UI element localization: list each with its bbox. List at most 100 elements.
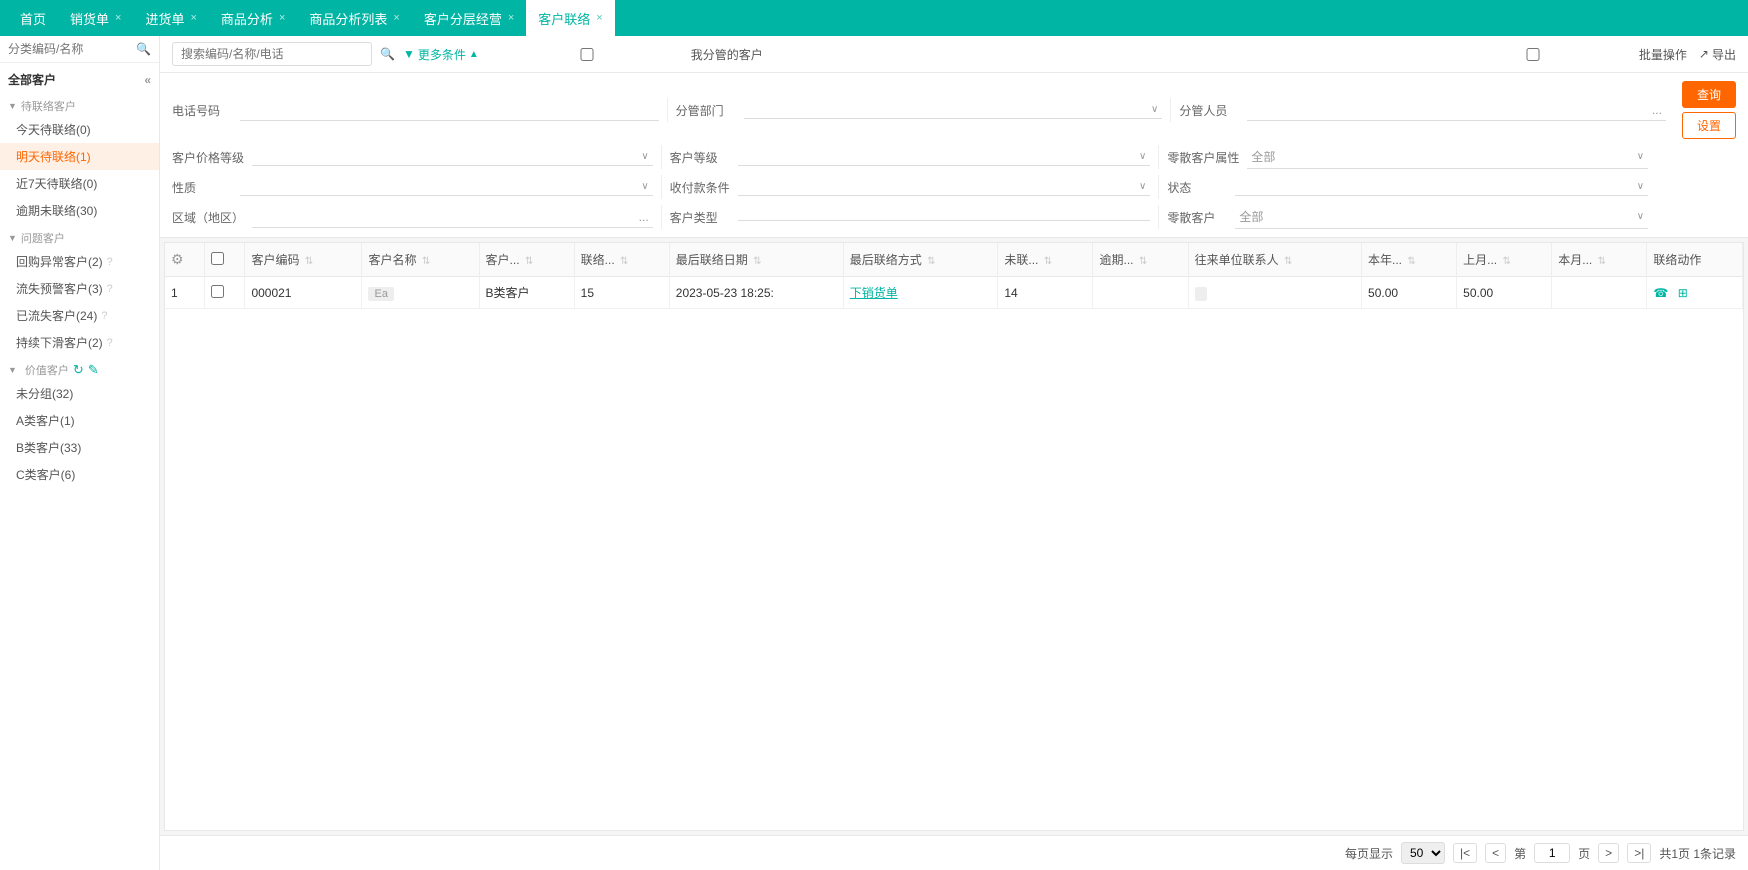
th-no-contact[interactable]: 未联... ⇅: [998, 243, 1093, 277]
row-checkbox[interactable]: [211, 285, 224, 298]
sidebar: 🔍 全部客户 « 待联络客户 今天待联络(0) 明天待联络(1) 近7天待联络(…: [0, 36, 160, 870]
query-button[interactable]: 查询: [1682, 81, 1736, 108]
customer-type-select[interactable]: [738, 214, 1151, 221]
filter-person: 分管人员 ...: [1179, 100, 1666, 121]
cell-index: 1: [165, 277, 204, 309]
retail-attr-select[interactable]: 全部 ∨: [1247, 145, 1648, 169]
filter-nature: 性质 ∨: [172, 178, 653, 196]
sort-icon: ⇅: [525, 256, 533, 267]
sidebar-item-declining[interactable]: 持续下滑客户(2) ?: [0, 329, 159, 356]
sidebar-item-overdue-contact[interactable]: 逾期未联络(30): [0, 197, 159, 224]
nav-purchase-order[interactable]: 进货单 ×: [133, 0, 208, 36]
nav-customer-segment[interactable]: 客户分层经营 ×: [412, 0, 526, 36]
batch-checkbox[interactable]: [1433, 48, 1633, 61]
close-icon[interactable]: ×: [279, 12, 285, 24]
ellipsis-icon[interactable]: ...: [1652, 103, 1662, 117]
last-method-link[interactable]: 下销货单: [850, 286, 898, 300]
th-overdue[interactable]: 逾期... ⇅: [1093, 243, 1188, 277]
customer-level-select[interactable]: ∨: [738, 148, 1151, 166]
nav-sales-order[interactable]: 销货单 ×: [58, 0, 133, 36]
content-area: 🔍 ▼ 更多条件 ▲ 我分管的客户 批量操作 ↗ 导出: [160, 36, 1748, 870]
sidebar-item-churn-warning[interactable]: 流失预警客户(3) ?: [0, 275, 159, 302]
gear-icon[interactable]: ⚙: [171, 251, 184, 267]
th-unit-contact[interactable]: 往来单位联系人 ⇅: [1188, 243, 1361, 277]
sidebar-item-7days[interactable]: 近7天待联络(0): [0, 170, 159, 197]
nav-customer-contact[interactable]: 客户联络 ×: [526, 0, 614, 36]
nav-product-analysis[interactable]: 商品分析 ×: [209, 0, 297, 36]
phone-input[interactable]: [240, 100, 659, 121]
table-row: 1 000021 Ea B类客户 15 2023-05-23 18:25: 下销…: [165, 277, 1743, 309]
th-last-month[interactable]: 上月... ⇅: [1457, 243, 1552, 277]
next-page-button[interactable]: >: [1598, 843, 1619, 863]
qr-icon[interactable]: ⊞: [1678, 286, 1688, 300]
close-icon[interactable]: ×: [508, 12, 514, 24]
sidebar-all-customers[interactable]: 全部客户 «: [0, 63, 159, 92]
sidebar-item-ungrouped[interactable]: 未分组(32): [0, 380, 159, 407]
sidebar-search-input[interactable]: [8, 42, 132, 56]
set-button[interactable]: 设置: [1682, 112, 1736, 139]
price-level-select[interactable]: ∨: [252, 148, 653, 166]
th-checkbox: [204, 243, 245, 277]
refresh-icon[interactable]: ↻: [73, 362, 84, 378]
filter-retail-attr: 零散客户属性 全部 ∨: [1167, 145, 1648, 169]
payment-select[interactable]: ∨: [738, 178, 1151, 196]
nav-product-analysis-list[interactable]: 商品分析列表 ×: [297, 0, 411, 36]
sidebar-item-churned[interactable]: 已流失客户(24) ?: [0, 302, 159, 329]
main-layout: 🔍 全部客户 « 待联络客户 今天待联络(0) 明天待联络(1) 近7天待联络(…: [0, 36, 1748, 870]
edit-icon[interactable]: ✎: [88, 362, 99, 378]
page-input[interactable]: [1534, 843, 1570, 863]
select-all-checkbox[interactable]: [211, 252, 224, 265]
batch-op-button[interactable]: 批量操作: [1433, 46, 1687, 63]
sort-icon: ⇅: [1044, 256, 1052, 267]
th-last-date[interactable]: 最后联络日期 ⇅: [669, 243, 843, 277]
sidebar-item-today[interactable]: 今天待联络(0): [0, 116, 159, 143]
first-page-button[interactable]: |<: [1453, 843, 1477, 863]
person-select[interactable]: ...: [1247, 100, 1666, 121]
divider: [1158, 145, 1159, 169]
top-nav: 首页 销货单 × 进货单 × 商品分析 × 商品分析列表 × 客户分层经营 × …: [0, 0, 1748, 36]
divider: [661, 205, 662, 229]
collapse-icon[interactable]: «: [144, 73, 151, 87]
status-select[interactable]: ∨: [1235, 178, 1648, 196]
retail-customer-select[interactable]: 全部 ∨: [1235, 205, 1648, 229]
cell-no-contact: 14: [998, 277, 1093, 309]
th-this-month[interactable]: 本月... ⇅: [1552, 243, 1647, 277]
last-page-button[interactable]: >|: [1627, 843, 1651, 863]
per-page-select[interactable]: 50: [1401, 842, 1445, 864]
search-input[interactable]: [172, 42, 372, 66]
cell-name: Ea: [362, 277, 479, 309]
more-filter-button[interactable]: ▼ 更多条件 ▲: [403, 46, 479, 63]
th-contact[interactable]: 联络... ⇅: [574, 243, 669, 277]
th-last-method[interactable]: 最后联络方式 ⇅: [843, 243, 998, 277]
close-icon[interactable]: ×: [115, 12, 121, 24]
filter-price-level: 客户价格等级 ∨: [172, 148, 653, 166]
th-this-year[interactable]: 本年... ⇅: [1362, 243, 1457, 277]
nav-home[interactable]: 首页: [8, 0, 58, 36]
nature-select[interactable]: ∨: [240, 178, 653, 196]
help-icon: ?: [107, 283, 113, 295]
search-bar: 🔍 ▼ 更多条件 ▲ 我分管的客户 批量操作 ↗ 导出: [160, 36, 1748, 73]
th-code[interactable]: 客户编码 ⇅: [245, 243, 362, 277]
region-select[interactable]: ...: [252, 207, 653, 228]
th-type[interactable]: 客户... ⇅: [479, 243, 574, 277]
sidebar-item-abnormal-repurchase[interactable]: 回购异常客户(2) ?: [0, 248, 159, 275]
prev-page-button[interactable]: <: [1485, 843, 1506, 863]
sidebar-item-class-c[interactable]: C类客户(6): [0, 461, 159, 488]
sidebar-item-tomorrow[interactable]: 明天待联络(1): [0, 143, 159, 170]
sidebar-search-icon[interactable]: 🔍: [136, 42, 151, 56]
contact-icon[interactable]: ☎: [1653, 286, 1668, 300]
my-customers-checkbox-label[interactable]: 我分管的客户: [487, 46, 763, 63]
my-customers-checkbox[interactable]: [487, 48, 687, 61]
th-name[interactable]: 客户名称 ⇅: [362, 243, 479, 277]
sort-icon: ⇅: [753, 256, 761, 267]
close-icon[interactable]: ×: [393, 12, 399, 24]
dept-select[interactable]: ∨: [744, 101, 1163, 119]
ellipsis-icon[interactable]: ...: [639, 210, 649, 224]
filter-customer-level: 客户等级 ∨: [670, 148, 1151, 166]
close-icon[interactable]: ×: [190, 12, 196, 24]
sidebar-item-class-b[interactable]: B类客户(33): [0, 434, 159, 461]
export-button[interactable]: ↗ 导出: [1699, 46, 1736, 63]
close-icon[interactable]: ×: [596, 12, 602, 24]
search-button[interactable]: 🔍: [380, 47, 395, 61]
sidebar-item-class-a[interactable]: A类客户(1): [0, 407, 159, 434]
